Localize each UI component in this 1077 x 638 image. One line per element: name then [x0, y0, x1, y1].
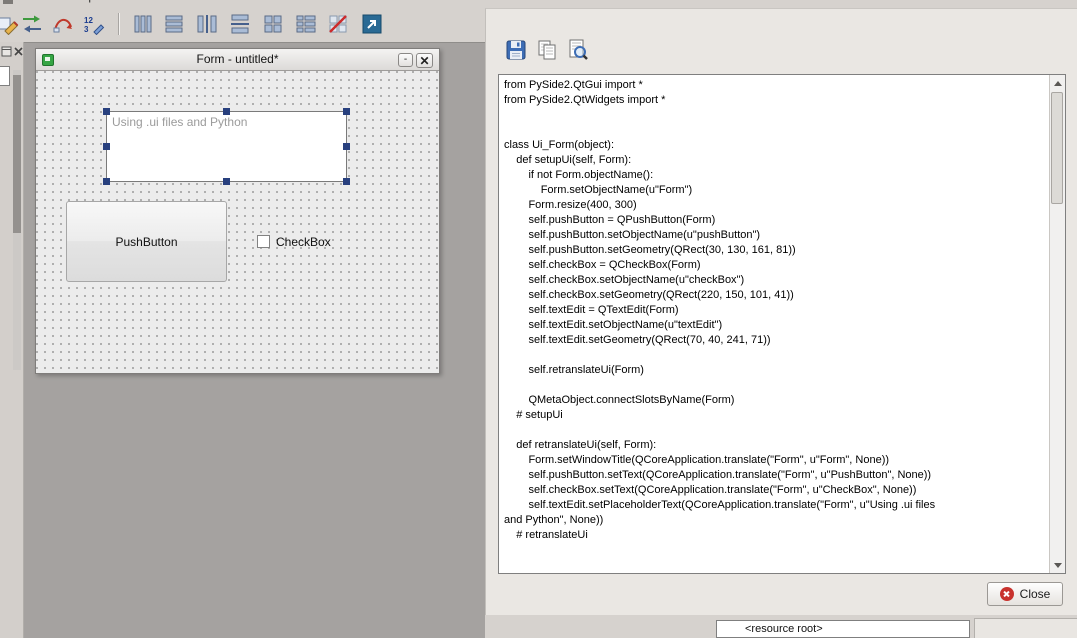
form-close-button[interactable]: ✕: [416, 53, 433, 68]
widgetbox-scrollbar[interactable]: [13, 70, 21, 370]
form-canvas[interactable]: Using .ui files and Python PushButton Ch…: [36, 71, 439, 373]
generated-code-text[interactable]: from PySide2.QtGui import * from PySide2…: [499, 75, 1049, 573]
main-toolbar: 123: [0, 5, 485, 42]
code-area[interactable]: from PySide2.QtGui import * from PySide2…: [498, 74, 1066, 574]
form-window-icon: [42, 54, 54, 66]
close-button-label: Close: [1020, 587, 1051, 601]
widgetbox-filter-input[interactable]: [0, 66, 10, 86]
form-designer-window: Form - untitled* - ✕ Using .ui files and…: [35, 48, 440, 374]
pushbutton-widget[interactable]: PushButton: [66, 201, 227, 282]
adjust-size-icon[interactable]: [360, 12, 384, 36]
selection-handle[interactable]: [103, 178, 110, 185]
find-icon[interactable]: [565, 37, 591, 63]
form-minimize-button[interactable]: -: [398, 53, 413, 67]
resource-panel-fragment: [974, 618, 1077, 638]
dock-close-icon[interactable]: [13, 46, 24, 57]
svg-text:12: 12: [84, 16, 93, 25]
toolbar-separator: [118, 13, 119, 35]
scroll-down-icon[interactable]: [1050, 557, 1065, 573]
selection-handle[interactable]: [343, 178, 350, 185]
dialog-close-button[interactable]: Close: [987, 582, 1063, 606]
checkbox-box[interactable]: [257, 235, 270, 248]
menu-window[interactable]: Window: [26, 0, 65, 3]
widgetbox-scrollbar-thumb[interactable]: [13, 75, 21, 233]
menu-help[interactable]: Help: [72, 0, 95, 3]
lay-out-in-form-layout-icon[interactable]: [294, 12, 318, 36]
lay-out-vertically-in-splitter-icon[interactable]: [228, 12, 252, 36]
save-icon[interactable]: [503, 37, 529, 63]
svg-text:3: 3: [84, 25, 89, 34]
close-x-icon: [1000, 587, 1014, 601]
selection-handle[interactable]: [223, 178, 230, 185]
checkbox-label: CheckBox: [276, 235, 331, 249]
scroll-up-icon[interactable]: [1050, 75, 1065, 91]
dock-float-icon[interactable]: [1, 46, 12, 57]
textedit-placeholder: Using .ui files and Python: [112, 115, 247, 129]
checkbox-widget[interactable]: CheckBox: [256, 221, 357, 262]
lay-out-vertically-icon[interactable]: [162, 12, 186, 36]
qt-designer-window: Window Help 123: [0, 0, 1077, 638]
lay-out-in-grid-icon[interactable]: [261, 12, 285, 36]
selection-handle[interactable]: [223, 108, 230, 115]
lay-out-horizontally-icon[interactable]: [131, 12, 155, 36]
menu-icon: [3, 0, 13, 4]
left-dock-fragment: [0, 42, 24, 638]
edit-signals-slots-icon[interactable]: [20, 12, 44, 36]
resource-root-item[interactable]: <resource root>: [716, 620, 970, 638]
textedit-widget[interactable]: Using .ui files and Python: [106, 111, 347, 182]
edit-buddies-icon[interactable]: [51, 12, 75, 36]
selection-handle[interactable]: [103, 108, 110, 115]
form-window-titlebar[interactable]: Form - untitled* - ✕: [36, 49, 439, 71]
copy-icon[interactable]: [534, 37, 560, 63]
lay-out-horizontally-in-splitter-icon[interactable]: [195, 12, 219, 36]
edit-tab-order-icon[interactable]: 123: [82, 12, 106, 36]
code-scrollbar[interactable]: [1049, 75, 1065, 573]
selection-handle[interactable]: [343, 108, 350, 115]
selection-handle[interactable]: [343, 143, 350, 150]
code-viewer-dialog: from PySide2.QtGui import * from PySide2…: [485, 8, 1077, 615]
selection-handle[interactable]: [103, 143, 110, 150]
code-scrollbar-thumb[interactable]: [1051, 92, 1063, 204]
edit-widgets-icon[interactable]: [0, 12, 21, 36]
break-layout-icon[interactable]: [326, 12, 350, 36]
form-window-title: Form - untitled*: [36, 49, 439, 70]
